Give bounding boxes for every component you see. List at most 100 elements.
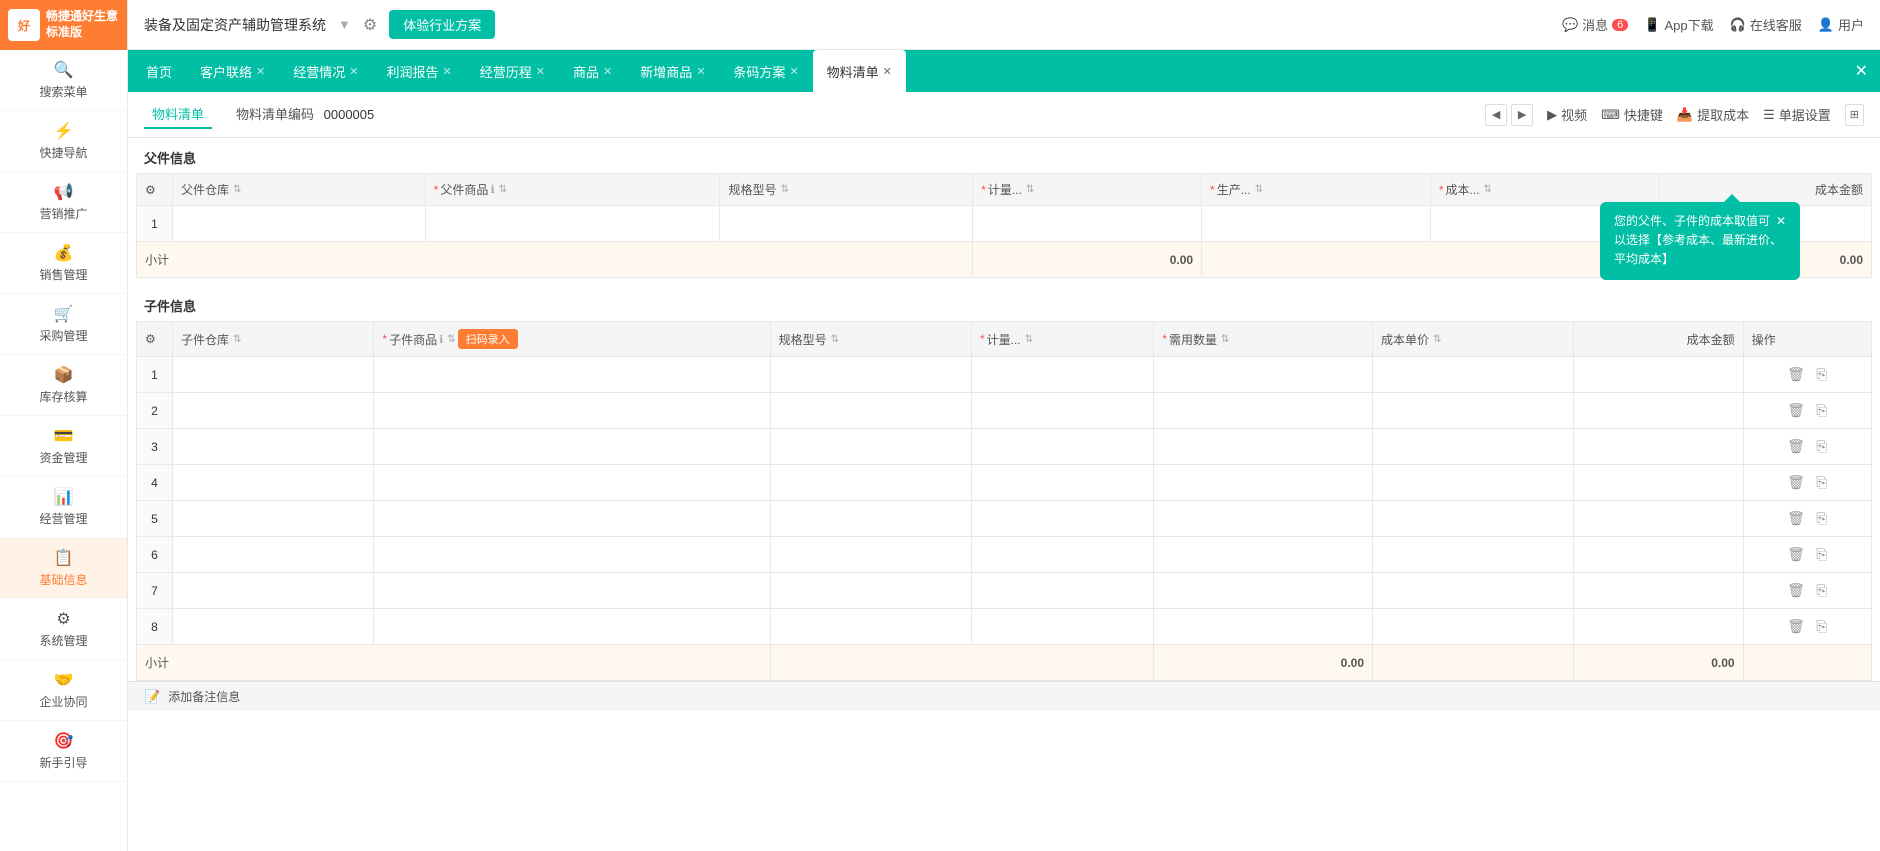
child-cell-unit-1[interactable] bbox=[971, 357, 1153, 393]
nav-tab-0[interactable]: 首页 bbox=[132, 50, 186, 92]
user-item[interactable]: 👤 用户 bbox=[1818, 15, 1864, 34]
sidebar-item-8[interactable]: 📋基础信息 bbox=[0, 538, 127, 599]
shortcut-item[interactable]: ⌨ 快捷键 bbox=[1601, 105, 1663, 124]
next-btn[interactable]: ▶ bbox=[1511, 104, 1533, 126]
child-cell-product-6[interactable] bbox=[374, 537, 770, 573]
child-cell-qty-6[interactable] bbox=[1154, 537, 1373, 573]
nav-tab-close-2[interactable]: ✕ bbox=[349, 65, 358, 78]
copy-btn-8[interactable]: ⎘ bbox=[1812, 616, 1831, 637]
sidebar-item-11[interactable]: 🎯新手引导 bbox=[0, 721, 127, 782]
sidebar-item-3[interactable]: 💰销售管理 bbox=[0, 233, 127, 294]
nav-tab-8[interactable]: 物料清单✕ bbox=[813, 50, 906, 92]
child-cell-unit-2[interactable] bbox=[971, 393, 1153, 429]
sidebar-item-9[interactable]: ⚙系统管理 bbox=[0, 599, 127, 660]
online-service-item[interactable]: 🎧 在线客服 bbox=[1730, 15, 1802, 34]
child-cell-unit-7[interactable] bbox=[971, 573, 1153, 609]
child-cell-unit-cost-8[interactable] bbox=[1373, 609, 1574, 645]
delete-btn-2[interactable]: 🗑 bbox=[1783, 400, 1809, 421]
child-cell-unit-cost-1[interactable] bbox=[1373, 357, 1574, 393]
sidebar-item-1[interactable]: ⚡快捷导航 bbox=[0, 111, 127, 172]
nav-tab-7[interactable]: 条码方案✕ bbox=[719, 50, 812, 92]
nav-tab-close-4[interactable]: ✕ bbox=[536, 65, 545, 78]
sidebar-item-5[interactable]: 📦库存核算 bbox=[0, 355, 127, 416]
child-cell-spec-5[interactable] bbox=[770, 501, 971, 537]
child-cell-warehouse-7[interactable] bbox=[173, 573, 374, 609]
child-cell-product-8[interactable] bbox=[374, 609, 770, 645]
child-cell-spec-1[interactable] bbox=[770, 357, 971, 393]
delete-btn-7[interactable]: 🗑 bbox=[1783, 580, 1809, 601]
sidebar-item-4[interactable]: 🛒采购管理 bbox=[0, 294, 127, 355]
parent-cell-unit-1[interactable] bbox=[973, 206, 1202, 242]
nav-tab-close-3[interactable]: ✕ bbox=[443, 65, 452, 78]
sidebar-item-2[interactable]: 📢营销推广 bbox=[0, 172, 127, 233]
tooltip-close-btn[interactable]: ✕ bbox=[1776, 212, 1786, 231]
copy-btn-5[interactable]: ⎘ bbox=[1812, 508, 1831, 529]
child-cell-spec-6[interactable] bbox=[770, 537, 971, 573]
nav-tab-2[interactable]: 经营情况✕ bbox=[279, 50, 372, 92]
child-cell-warehouse-5[interactable] bbox=[173, 501, 374, 537]
nav-tab-5[interactable]: 商品✕ bbox=[559, 50, 626, 92]
sidebar-item-7[interactable]: 📊经营管理 bbox=[0, 477, 127, 538]
dropdown-arrow-icon[interactable]: ▼ bbox=[338, 17, 351, 32]
child-cell-qty-5[interactable] bbox=[1154, 501, 1373, 537]
child-cell-warehouse-3[interactable] bbox=[173, 429, 374, 465]
child-cell-unit-cost-5[interactable] bbox=[1373, 501, 1574, 537]
child-cell-unit-cost-3[interactable] bbox=[1373, 429, 1574, 465]
nav-tabs-close-btn[interactable]: ✕ bbox=[1847, 61, 1876, 81]
prev-btn[interactable]: ◀ bbox=[1485, 104, 1507, 126]
app-download-item[interactable]: 📱 App下载 bbox=[1644, 15, 1713, 34]
copy-btn-7[interactable]: ⎘ bbox=[1812, 580, 1831, 601]
child-cell-qty-7[interactable] bbox=[1154, 573, 1373, 609]
nav-tab-close-8[interactable]: ✕ bbox=[883, 65, 892, 78]
nav-tab-close-5[interactable]: ✕ bbox=[603, 65, 612, 78]
child-cell-unit-8[interactable] bbox=[971, 609, 1153, 645]
child-cell-qty-8[interactable] bbox=[1154, 609, 1373, 645]
sidebar-item-10[interactable]: 🤝企业协同 bbox=[0, 660, 127, 721]
child-cell-product-5[interactable] bbox=[374, 501, 770, 537]
child-cell-unit-cost-2[interactable] bbox=[1373, 393, 1574, 429]
parent-cell-warehouse-1[interactable] bbox=[173, 206, 426, 242]
copy-btn-2[interactable]: ⎘ bbox=[1812, 400, 1831, 421]
delete-btn-1[interactable]: 🗑 bbox=[1783, 364, 1809, 385]
sidebar-item-0[interactable]: 🔍搜索菜单 bbox=[0, 50, 127, 111]
nav-tab-6[interactable]: 新增商品✕ bbox=[626, 50, 719, 92]
single-settings-item[interactable]: ☰ 单据设置 bbox=[1763, 105, 1831, 124]
sub-tab-code[interactable]: 物料清单编码 0000005 bbox=[228, 100, 382, 129]
copy-btn-6[interactable]: ⎘ bbox=[1812, 544, 1831, 565]
child-cell-product-4[interactable] bbox=[374, 465, 770, 501]
parent-cell-product-1[interactable] bbox=[425, 206, 720, 242]
parent-cell-mfg-1[interactable] bbox=[1202, 206, 1431, 242]
child-cell-warehouse-1[interactable] bbox=[173, 357, 374, 393]
child-cell-spec-3[interactable] bbox=[770, 429, 971, 465]
sidebar-item-6[interactable]: 💳资金管理 bbox=[0, 416, 127, 477]
child-cell-qty-3[interactable] bbox=[1154, 429, 1373, 465]
child-cell-spec-7[interactable] bbox=[770, 573, 971, 609]
nav-tab-close-6[interactable]: ✕ bbox=[696, 65, 705, 78]
settings-icon[interactable]: ⚙ bbox=[363, 15, 377, 35]
scan-badge[interactable]: 扫码录入 bbox=[458, 329, 518, 349]
child-cell-spec-4[interactable] bbox=[770, 465, 971, 501]
copy-btn-4[interactable]: ⎘ bbox=[1812, 472, 1831, 493]
child-cell-qty-1[interactable] bbox=[1154, 357, 1373, 393]
child-cell-warehouse-6[interactable] bbox=[173, 537, 374, 573]
child-cell-qty-4[interactable] bbox=[1154, 465, 1373, 501]
nav-tab-close-1[interactable]: ✕ bbox=[256, 65, 265, 78]
child-cell-spec-8[interactable] bbox=[770, 609, 971, 645]
child-cell-unit-cost-6[interactable] bbox=[1373, 537, 1574, 573]
child-cell-product-7[interactable] bbox=[374, 573, 770, 609]
delete-btn-6[interactable]: 🗑 bbox=[1783, 544, 1809, 565]
message-item[interactable]: 💬 消息 6 bbox=[1562, 15, 1628, 34]
sub-tab-bill-of-materials[interactable]: 物料清单 bbox=[144, 100, 212, 129]
child-cell-unit-6[interactable] bbox=[971, 537, 1153, 573]
nav-tab-4[interactable]: 经营历程✕ bbox=[466, 50, 559, 92]
child-cell-unit-cost-4[interactable] bbox=[1373, 465, 1574, 501]
delete-btn-5[interactable]: 🗑 bbox=[1783, 508, 1809, 529]
child-cell-spec-2[interactable] bbox=[770, 393, 971, 429]
child-cell-product-3[interactable] bbox=[374, 429, 770, 465]
nav-tab-3[interactable]: 利润报告✕ bbox=[372, 50, 465, 92]
copy-btn-3[interactable]: ⎘ bbox=[1812, 436, 1831, 457]
parent-th-settings[interactable]: ⚙ bbox=[137, 174, 173, 206]
child-cell-unit-3[interactable] bbox=[971, 429, 1153, 465]
child-cell-warehouse-8[interactable] bbox=[173, 609, 374, 645]
extract-cost-item[interactable]: 📥 提取成本 bbox=[1677, 105, 1749, 124]
